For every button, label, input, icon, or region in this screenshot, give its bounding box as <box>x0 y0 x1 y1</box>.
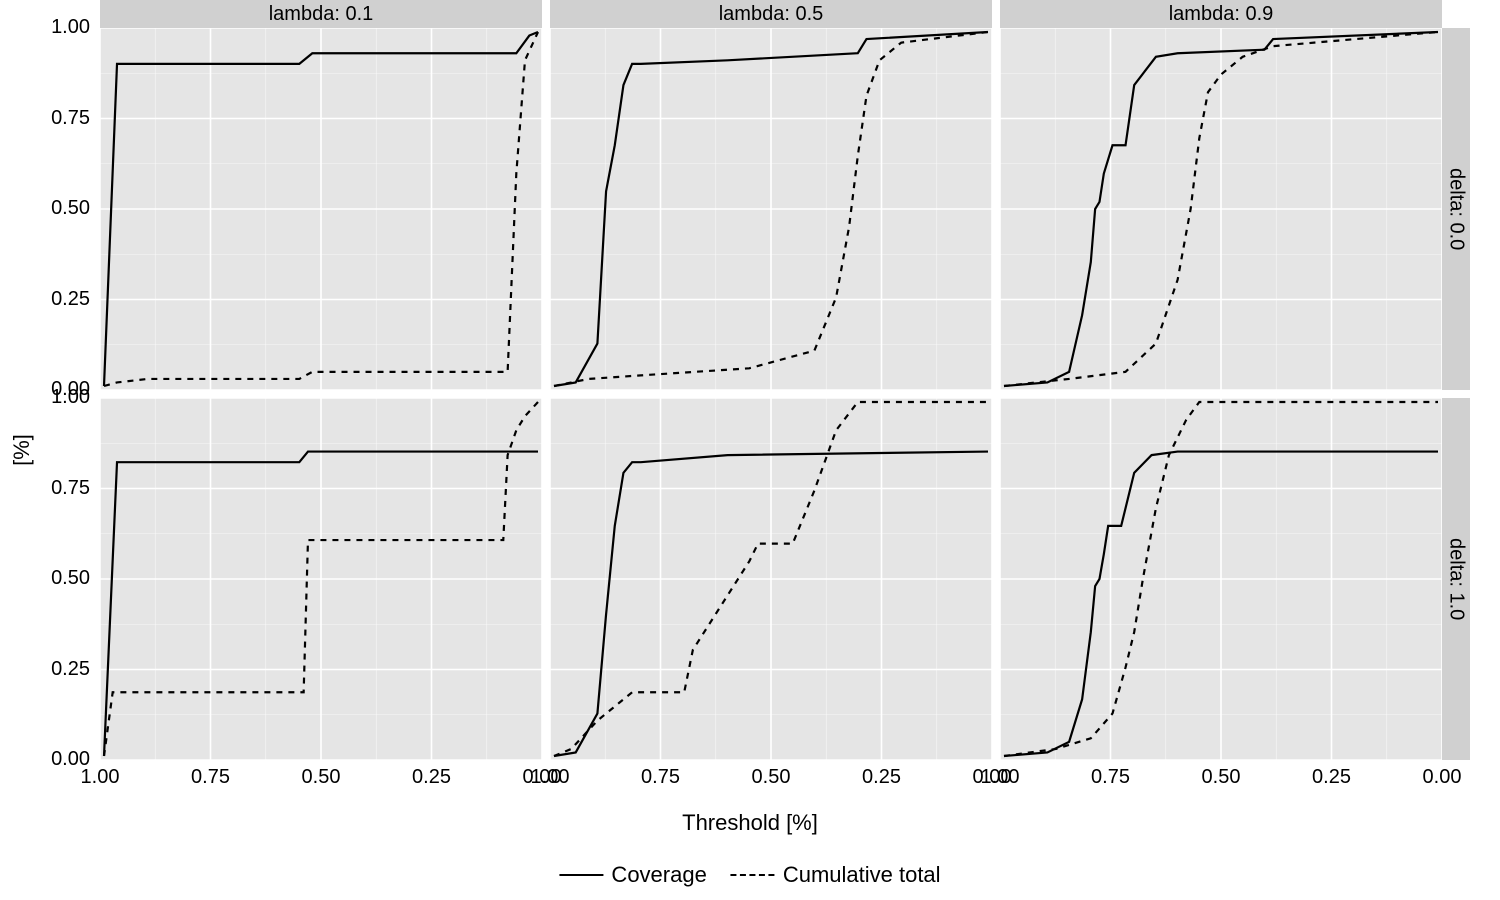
y-tick-label: 1.00 <box>30 16 90 39</box>
x-tick-label: 0.50 <box>296 766 346 789</box>
panel <box>1000 28 1442 390</box>
x-tick-label: 0.25 <box>407 766 457 789</box>
y-tick-label: 0.25 <box>30 288 90 311</box>
legend: Coverage Cumulative total <box>559 862 940 888</box>
facet-row-strip: delta: 0.0 <box>1442 28 1470 390</box>
y-tick-label: 1.00 <box>30 386 90 409</box>
x-axis-title: Threshold [%] <box>682 810 818 836</box>
x-tick-label: 0.00 <box>1417 766 1467 789</box>
facet-col-strip: lambda: 0.5 <box>550 0 992 28</box>
y-tick-label: 0.50 <box>30 197 90 220</box>
legend-label: Coverage <box>611 862 706 888</box>
x-tick-label: 0.75 <box>1086 766 1136 789</box>
facet-row-strip: delta: 1.0 <box>1442 398 1470 760</box>
y-tick-label: 0.75 <box>30 477 90 500</box>
panel <box>550 398 992 760</box>
panel <box>100 398 542 760</box>
plot-area: lambda: 0.1lambda: 0.5lambda: 0.9delta: … <box>100 0 1470 800</box>
x-tick-label: 0.50 <box>746 766 796 789</box>
panel <box>100 28 542 390</box>
x-tick-label: 0.75 <box>186 766 236 789</box>
legend-item-cumulative: Cumulative total <box>731 862 941 888</box>
facet-col-strip: lambda: 0.9 <box>1000 0 1442 28</box>
dashed-line-icon <box>731 874 775 876</box>
x-tick-label: 0.50 <box>1196 766 1246 789</box>
y-tick-label: 0.25 <box>30 658 90 681</box>
x-tick-label: 1.00 <box>75 766 125 789</box>
legend-label: Cumulative total <box>783 862 941 888</box>
x-tick-label: 0.75 <box>636 766 686 789</box>
panel <box>550 28 992 390</box>
y-axis-title: [%] <box>9 434 35 466</box>
x-tick-label: 0.25 <box>857 766 907 789</box>
line-icon <box>559 874 603 876</box>
figure: [%] Threshold [%] Coverage Cumulative to… <box>0 0 1500 900</box>
y-tick-label: 0.75 <box>30 107 90 130</box>
x-tick-label: 1.00 <box>975 766 1025 789</box>
y-tick-label: 0.50 <box>30 567 90 590</box>
panel <box>1000 398 1442 760</box>
x-tick-label: 0.25 <box>1307 766 1357 789</box>
legend-item-coverage: Coverage <box>559 862 706 888</box>
facet-col-strip: lambda: 0.1 <box>100 0 542 28</box>
x-tick-label: 1.00 <box>525 766 575 789</box>
